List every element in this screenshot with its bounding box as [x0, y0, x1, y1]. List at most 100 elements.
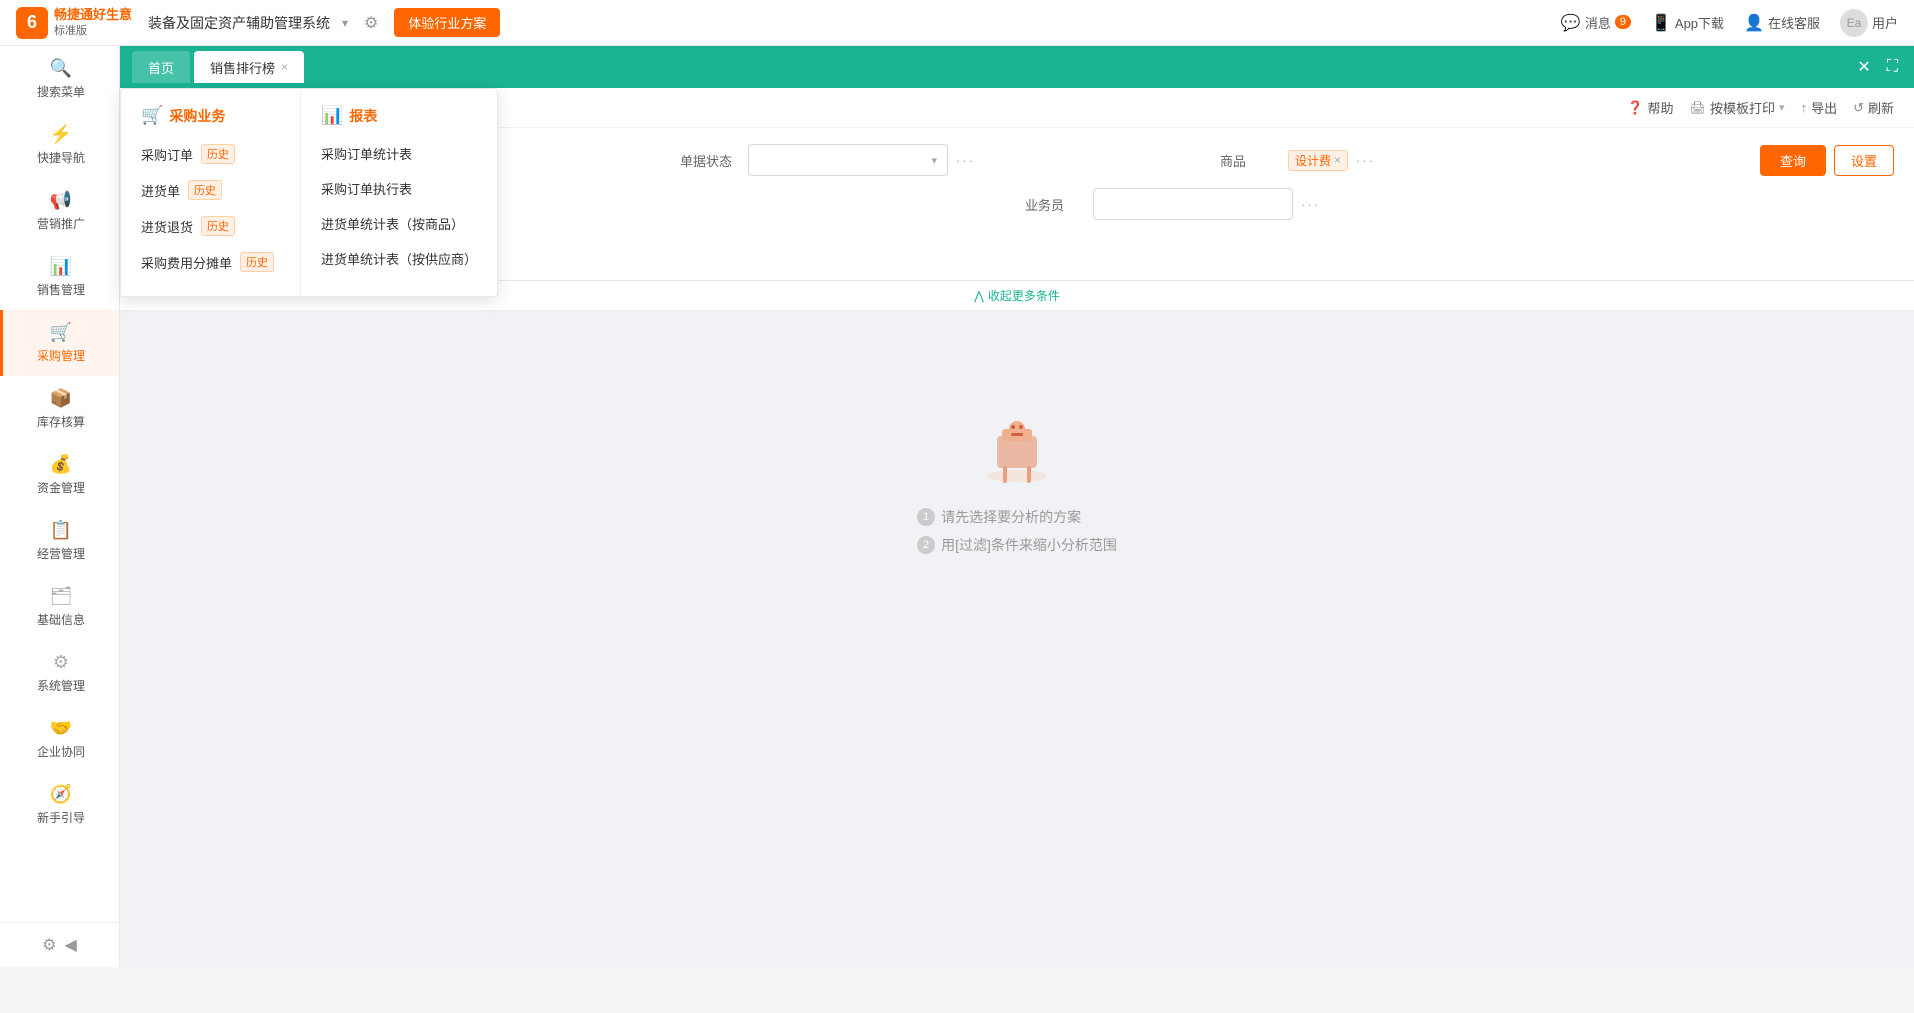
sidebar-item-sales[interactable]: 📊 销售管理 — [0, 244, 119, 310]
empty-icon — [967, 391, 1067, 491]
industry-btn[interactable]: 体验行业方案 — [394, 8, 500, 37]
system-icon: ⚙ — [53, 652, 69, 673]
dropdown-item-po-exec[interactable]: 采购订单执行表 — [301, 171, 497, 206]
sidebar-item-operations[interactable]: 📋 经营管理 — [0, 508, 119, 574]
top-header: 6 畅捷通好生意 标准版 装备及固定资产辅助管理系统 ▾ ⚙ 体验行业方案 💬 … — [0, 0, 1914, 46]
brand-name: 畅捷通好生意 — [54, 7, 132, 24]
basic-info-icon: 🗂 — [50, 586, 73, 607]
export-icon: ↑ — [1801, 100, 1808, 115]
salesperson-label: 业务员 — [1025, 195, 1085, 214]
logo-area: 6 畅捷通好生意 标准版 — [16, 7, 136, 39]
tab-sales-ranking-label: 销售排行榜 — [210, 58, 275, 77]
hist-badge-return: 历史 — [201, 216, 235, 236]
tab-home[interactable]: 首页 — [132, 51, 190, 83]
tab-close-icon[interactable]: × — [281, 60, 288, 74]
dropdown-item-goods-return[interactable]: 进货退货 历史 — [121, 208, 300, 244]
hist-badge-expense: 历史 — [240, 252, 274, 272]
purchase-col: 🛒 采购业务 采购订单 历史 进货单 历史 进货退货 历史 采购费用分摊单 历史 — [121, 89, 301, 296]
message-action[interactable]: 💬 消息 9 — [1561, 13, 1631, 33]
export-btn[interactable]: ↑ 导出 — [1801, 98, 1838, 117]
goods-label: 商品 — [1220, 151, 1280, 170]
bill-status-label: 单据状态 — [680, 151, 740, 170]
settings-button[interactable]: 设置 — [1834, 145, 1894, 176]
sidebar-label-system: 系统管理 — [37, 677, 85, 694]
dropdown-item-purchase-expense[interactable]: 采购费用分摊单 历史 — [121, 244, 300, 280]
sidebar: 🔍 搜索菜单 ⚡ 快捷导航 📢 营销推广 📊 销售管理 🛒 采购管理 📦 库存核… — [0, 46, 120, 967]
sidebar-item-system[interactable]: ⚙ 系统管理 — [0, 640, 119, 706]
marketing-icon: 📢 — [50, 190, 72, 211]
dropdown-label-goods-return: 进货退货 — [141, 217, 193, 236]
app-download-label: App下载 — [1675, 13, 1724, 32]
sidebar-bottom: ⚙ ◀ — [0, 922, 119, 967]
sidebar-item-finance[interactable]: 💰 资金管理 — [0, 442, 119, 508]
purchase-col-icon: 🛒 — [141, 105, 163, 126]
user-label: 用户 — [1872, 13, 1898, 32]
goods-tag-value: 设计费 — [1295, 152, 1331, 169]
dropdown-item-po[interactable]: 采购订单 历史 — [121, 136, 300, 172]
avatar: Ea — [1840, 9, 1868, 37]
query-button[interactable]: 查询 — [1760, 145, 1826, 176]
query-actions: 查询 设置 — [1760, 145, 1894, 176]
goods-tag-close[interactable]: × — [1334, 153, 1341, 167]
online-service-label: 在线客服 — [1768, 13, 1820, 32]
dropdown-label-goods-receipt: 进货单 — [141, 181, 180, 200]
sales-icon: 📊 — [50, 256, 72, 277]
help-btn[interactable]: ❓ 帮助 — [1627, 98, 1673, 117]
hist-badge-receipt: 历史 — [188, 180, 222, 200]
tab-close-all-icon[interactable]: ✕ — [1853, 53, 1874, 81]
bill-status-dots[interactable]: ··· — [956, 153, 975, 168]
refresh-btn[interactable]: ↺ 刷新 — [1853, 98, 1894, 117]
settings-icon[interactable]: ⚙ — [360, 9, 382, 37]
tab-bar-right: ✕ ⛶ — [1853, 53, 1902, 81]
print-btn[interactable]: 🖨 按模板打印 ▾ — [1690, 98, 1785, 117]
print-label: 按模板打印 — [1710, 98, 1775, 117]
empty-tips: 1 请先选择要分析的方案 2 用[过滤]条件来缩小分析范围 — [917, 503, 1117, 559]
sidebar-settings-icon[interactable]: ⚙ — [42, 935, 56, 955]
mobile-icon: 📱 — [1651, 13, 1671, 33]
tab-home-label: 首页 — [148, 58, 174, 77]
sidebar-item-purchase[interactable]: 🛒 采购管理 — [0, 310, 119, 376]
report-col-icon: 📊 — [321, 105, 343, 126]
dropdown-item-goods-by-supplier[interactable]: 进货单统计表（按供应商） — [301, 241, 497, 276]
dropdown-label-purchase-expense: 采购费用分摊单 — [141, 253, 232, 272]
sidebar-item-inventory[interactable]: 📦 库存核算 — [0, 376, 119, 442]
online-service-action[interactable]: 👤 在线客服 — [1744, 13, 1820, 33]
empty-tip-2: 2 用[过滤]条件来缩小分析范围 — [917, 531, 1117, 559]
dropdown-item-po-stat[interactable]: 采购订单统计表 — [301, 136, 497, 171]
salesperson-select[interactable] — [1093, 188, 1293, 220]
app-download-action[interactable]: 📱 App下载 — [1651, 13, 1724, 33]
export-label: 导出 — [1811, 98, 1837, 117]
hist-badge-po: 历史 — [201, 144, 235, 164]
dropdown-item-goods-by-product[interactable]: 进货单统计表（按商品） — [301, 206, 497, 241]
dropdown-item-goods-receipt[interactable]: 进货单 历史 — [121, 172, 300, 208]
sys-title-arrow[interactable]: ▾ — [342, 16, 348, 30]
tab-maximize-icon[interactable]: ⛶ — [1883, 54, 1902, 80]
bill-status-select[interactable]: ▾ — [748, 144, 948, 176]
purchase-col-header: 🛒 采购业务 — [121, 105, 300, 136]
sidebar-item-quick-nav[interactable]: ⚡ 快捷导航 — [0, 112, 119, 178]
sys-title: 装备及固定资产辅助管理系统 — [148, 13, 330, 33]
goods-dots[interactable]: ··· — [1356, 153, 1375, 168]
salesperson-dots[interactable]: ··· — [1301, 197, 1320, 212]
sidebar-item-search[interactable]: 🔍 搜索菜单 — [0, 46, 119, 112]
guide-icon: 🧭 — [50, 784, 72, 805]
help-label: 帮助 — [1647, 98, 1673, 117]
sidebar-item-basic-info[interactable]: 🗂 基础信息 — [0, 574, 119, 640]
sidebar-item-guide[interactable]: 🧭 新手引导 — [0, 772, 119, 838]
tab-sales-ranking[interactable]: 销售排行榜 × — [194, 51, 304, 83]
sidebar-item-marketing[interactable]: 📢 营销推广 — [0, 178, 119, 244]
sidebar-item-collab[interactable]: 🤝 企业协同 — [0, 706, 119, 772]
sidebar-label-purchase: 采购管理 — [37, 347, 85, 364]
tab-bar: 首页 销售排行榜 × ✕ ⛶ — [120, 46, 1914, 88]
print-arrow[interactable]: ▾ — [1779, 101, 1785, 114]
purchase-dropdown-menu: 🛒 采购业务 采购订单 历史 进货单 历史 进货退货 历史 采购费用分摊单 历史… — [120, 88, 498, 297]
user-action[interactable]: Ea 用户 — [1840, 9, 1898, 37]
report-col: 📊 报表 采购订单统计表 采购订单执行表 进货单统计表（按商品） 进货单统计表（… — [301, 89, 497, 296]
bill-status-col: 单据状态 ▾ ··· — [680, 144, 1204, 176]
print-icon: 🖨 — [1690, 100, 1707, 116]
brand-edition: 标准版 — [54, 24, 132, 38]
collapse-label: 收起更多条件 — [988, 287, 1060, 304]
sidebar-label-collab: 企业协同 — [37, 743, 85, 760]
sidebar-label-basic-info: 基础信息 — [37, 611, 85, 628]
sidebar-collapse-icon[interactable]: ◀ — [65, 935, 77, 955]
